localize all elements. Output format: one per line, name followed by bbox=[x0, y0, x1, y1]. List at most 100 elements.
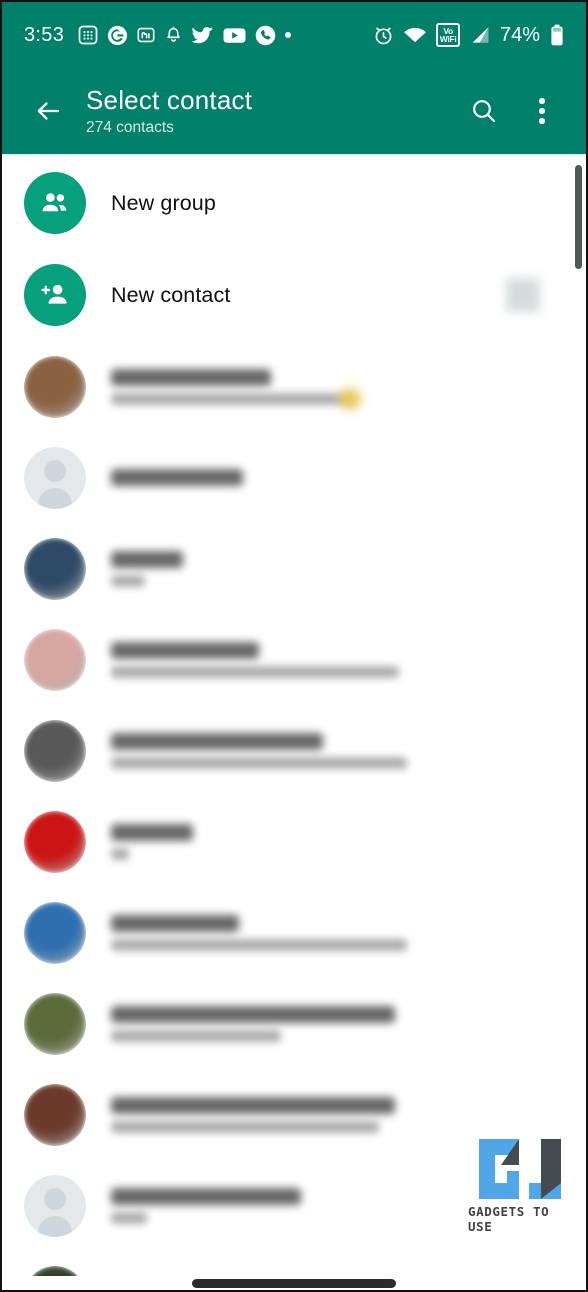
contact-text-block bbox=[111, 550, 586, 587]
app-bar-actions bbox=[462, 89, 564, 133]
new-contact-row[interactable]: New contact bbox=[2, 249, 586, 341]
dot-indicator-icon bbox=[285, 32, 292, 38]
contact-text-block bbox=[111, 469, 586, 486]
avatar-photo bbox=[24, 1083, 86, 1146]
contact-avatar bbox=[24, 992, 86, 1055]
keypad-icon bbox=[78, 25, 98, 45]
contact-status-redacted bbox=[111, 756, 407, 769]
new-contact-label: New contact bbox=[111, 282, 231, 307]
contact-text-block bbox=[111, 1005, 586, 1042]
contact-name-redacted bbox=[111, 1187, 301, 1205]
status-bar-right: Vo WiFi 74% bbox=[373, 23, 564, 47]
mastodon-icon bbox=[137, 26, 155, 44]
contact-count-subtitle: 274 contacts bbox=[86, 118, 174, 136]
vowifi-icon: Vo WiFi bbox=[436, 23, 460, 47]
default-avatar-icon bbox=[24, 1174, 86, 1237]
contact-row[interactable] bbox=[2, 341, 586, 432]
status-clock: 3:53 bbox=[24, 23, 65, 46]
phone-screen: 3:53 Vo WiFi 74% Select contact 274 cont… bbox=[0, 0, 588, 1292]
contact-status-redacted bbox=[111, 665, 399, 678]
contact-name-redacted bbox=[111, 550, 183, 568]
contact-name-redacted bbox=[111, 732, 323, 750]
overflow-menu-button[interactable] bbox=[520, 89, 564, 133]
avatar-placeholder-glyph bbox=[24, 446, 86, 509]
wifi-icon bbox=[403, 26, 427, 45]
alarm-icon bbox=[373, 25, 394, 46]
contact-name-redacted bbox=[111, 914, 239, 932]
avatar-photo bbox=[24, 901, 86, 964]
youtube-icon bbox=[223, 27, 246, 44]
avatar-photo bbox=[24, 537, 86, 600]
qr-code-icon[interactable] bbox=[506, 278, 540, 312]
contact-status-redacted bbox=[111, 387, 361, 410]
contact-text-block bbox=[111, 1096, 586, 1133]
contact-row[interactable] bbox=[2, 796, 586, 887]
person-add-icon bbox=[24, 264, 86, 326]
contact-name-redacted bbox=[111, 641, 259, 659]
contact-text-block bbox=[111, 914, 586, 951]
contact-avatar bbox=[24, 810, 86, 873]
contact-avatar bbox=[24, 355, 86, 418]
contact-text-block bbox=[111, 641, 586, 678]
contact-name-redacted bbox=[111, 823, 193, 841]
contact-avatar bbox=[24, 628, 86, 691]
contact-status-redacted bbox=[111, 938, 407, 951]
phone-icon bbox=[255, 25, 276, 46]
contact-name-redacted bbox=[111, 1096, 395, 1114]
app-bar-titles: Select contact 274 contacts bbox=[86, 85, 253, 136]
grammarly-icon bbox=[107, 25, 128, 46]
contact-avatar bbox=[24, 1083, 86, 1146]
avatar-photo bbox=[24, 628, 86, 691]
contact-text-block bbox=[111, 732, 586, 769]
new-group-row[interactable]: New group bbox=[2, 157, 586, 249]
avatar-photo bbox=[24, 355, 86, 418]
bell-icon bbox=[164, 26, 183, 45]
arrow-left-icon bbox=[37, 102, 60, 120]
more-vertical-icon bbox=[539, 98, 545, 124]
contact-status-redacted bbox=[111, 574, 145, 587]
battery-percent-label: 74% bbox=[499, 23, 540, 46]
app-bar: Select contact 274 contacts bbox=[2, 68, 586, 154]
contact-row[interactable] bbox=[2, 978, 586, 1069]
contact-avatar bbox=[24, 719, 86, 782]
contact-row[interactable] bbox=[2, 887, 586, 978]
contact-row[interactable] bbox=[2, 432, 586, 523]
contact-row[interactable] bbox=[2, 705, 586, 796]
back-button[interactable] bbox=[26, 89, 70, 133]
contact-name-redacted bbox=[111, 469, 243, 486]
page-title: Select contact bbox=[86, 85, 253, 116]
gadgets-to-use-logo-icon bbox=[479, 1139, 561, 1199]
avatar-placeholder-glyph bbox=[24, 1174, 86, 1237]
status-emoji-icon bbox=[339, 387, 361, 410]
contact-avatar bbox=[24, 537, 86, 600]
group-people-icon bbox=[24, 172, 86, 234]
contact-text-block bbox=[111, 368, 586, 410]
contact-status-redacted bbox=[111, 847, 129, 860]
contact-status-redacted bbox=[111, 1211, 147, 1224]
status-bar: 3:53 Vo WiFi 74% bbox=[2, 2, 586, 68]
cellular-signal-icon bbox=[469, 26, 491, 45]
contact-name-redacted bbox=[111, 1005, 395, 1023]
twitter-icon bbox=[192, 26, 214, 45]
avatar-photo bbox=[24, 719, 86, 782]
battery-icon bbox=[550, 24, 564, 46]
contact-row[interactable] bbox=[2, 523, 586, 614]
watermark: GADGETS TO USE bbox=[468, 1137, 572, 1234]
watermark-text: GADGETS TO USE bbox=[468, 1204, 550, 1234]
contact-avatar bbox=[24, 901, 86, 964]
contact-status-redacted bbox=[111, 1120, 379, 1133]
contact-name-redacted bbox=[111, 368, 271, 386]
search-icon bbox=[473, 100, 496, 123]
search-button[interactable] bbox=[462, 89, 506, 133]
contact-row[interactable] bbox=[2, 614, 586, 705]
home-gesture-pill[interactable] bbox=[192, 1278, 396, 1288]
new-group-label: New group bbox=[111, 190, 216, 215]
contact-text-block bbox=[111, 823, 586, 860]
default-avatar-icon bbox=[24, 446, 86, 509]
avatar-photo bbox=[24, 992, 86, 1055]
status-bar-left: 3:53 bbox=[24, 23, 292, 47]
contact-list[interactable]: New group New contact GADGETS TO USE bbox=[2, 157, 586, 1290]
avatar-photo bbox=[24, 810, 86, 873]
contact-status-redacted bbox=[111, 1029, 281, 1042]
system-nav-bar bbox=[2, 1276, 586, 1290]
